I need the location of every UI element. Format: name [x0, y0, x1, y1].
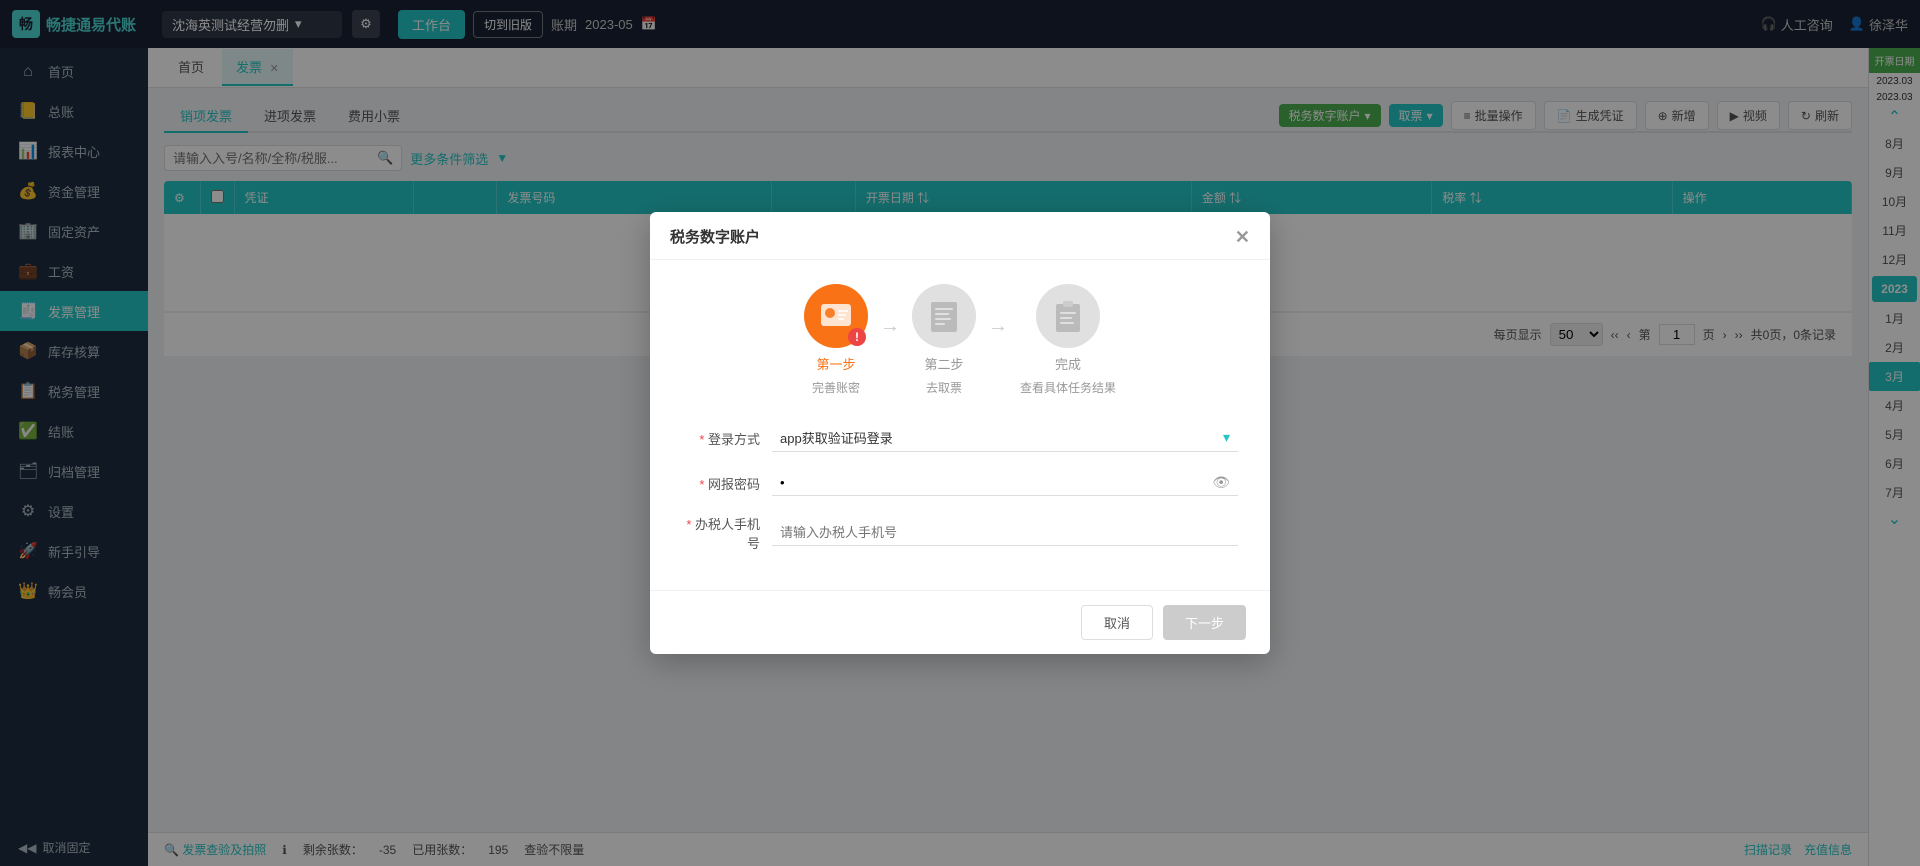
- web-password-input-wrap[interactable]: 👁: [772, 470, 1238, 496]
- person-card-icon: [818, 298, 854, 334]
- select-arrow-icon: ▾: [1223, 429, 1230, 446]
- step-1-icon: !: [804, 284, 868, 348]
- web-password-label: * 网报密码: [682, 474, 772, 493]
- invoice-step-icon: [926, 298, 962, 334]
- login-method-select[interactable]: app获取验证码登录 ▾: [772, 424, 1238, 452]
- dialog-close-button[interactable]: ✕: [1235, 228, 1250, 246]
- login-method-value: app获取验证码登录: [780, 428, 893, 447]
- next-button[interactable]: 下一步: [1163, 605, 1246, 640]
- step-2-desc: 去取票: [926, 379, 962, 396]
- dialog-body: ! 第一步 完善账密 →: [650, 260, 1270, 590]
- step-3: 完成 查看具体任务结果: [1020, 284, 1116, 396]
- step-1-title: 第一步: [816, 354, 855, 373]
- step-1-badge: !: [848, 328, 866, 346]
- step-2-icon: [912, 284, 976, 348]
- tax-digital-dialog: 税务数字账户 ✕: [650, 212, 1270, 654]
- dialog-header: 税务数字账户 ✕: [650, 212, 1270, 260]
- step-2: 第二步 去取票: [912, 284, 976, 396]
- step-3-title: 完成: [1055, 354, 1081, 373]
- step-1: ! 第一步 完善账密: [804, 284, 868, 396]
- dialog-title: 税务数字账户: [670, 226, 760, 247]
- step-1-desc: 完善账密: [812, 379, 860, 396]
- step-arrow-2: →: [988, 315, 1008, 366]
- step-3-desc: 查看具体任务结果: [1020, 379, 1116, 396]
- dialog-footer: 取消 下一步: [650, 590, 1270, 654]
- clipboard-icon: [1050, 298, 1086, 334]
- taxpayer-phone-label: * 办税人手机号: [682, 514, 772, 552]
- taxpayer-phone-row: * 办税人手机号: [682, 514, 1238, 552]
- step-arrow-1: →: [880, 315, 900, 366]
- password-eye-icon[interactable]: 👁: [1204, 474, 1238, 491]
- step-3-icon: [1036, 284, 1100, 348]
- web-password-row: * 网报密码 👁: [682, 470, 1238, 496]
- step-2-title: 第二步: [924, 354, 963, 373]
- login-method-label: * 登录方式: [682, 429, 772, 448]
- taxpayer-phone-input[interactable]: [772, 520, 1238, 546]
- cancel-button[interactable]: 取消: [1081, 605, 1153, 640]
- steps-indicator: ! 第一步 完善账密 →: [682, 284, 1238, 396]
- web-password-input[interactable]: [772, 470, 1204, 495]
- modal-overlay: 税务数字账户 ✕: [0, 0, 1920, 866]
- login-method-row: * 登录方式 app获取验证码登录 ▾: [682, 424, 1238, 452]
